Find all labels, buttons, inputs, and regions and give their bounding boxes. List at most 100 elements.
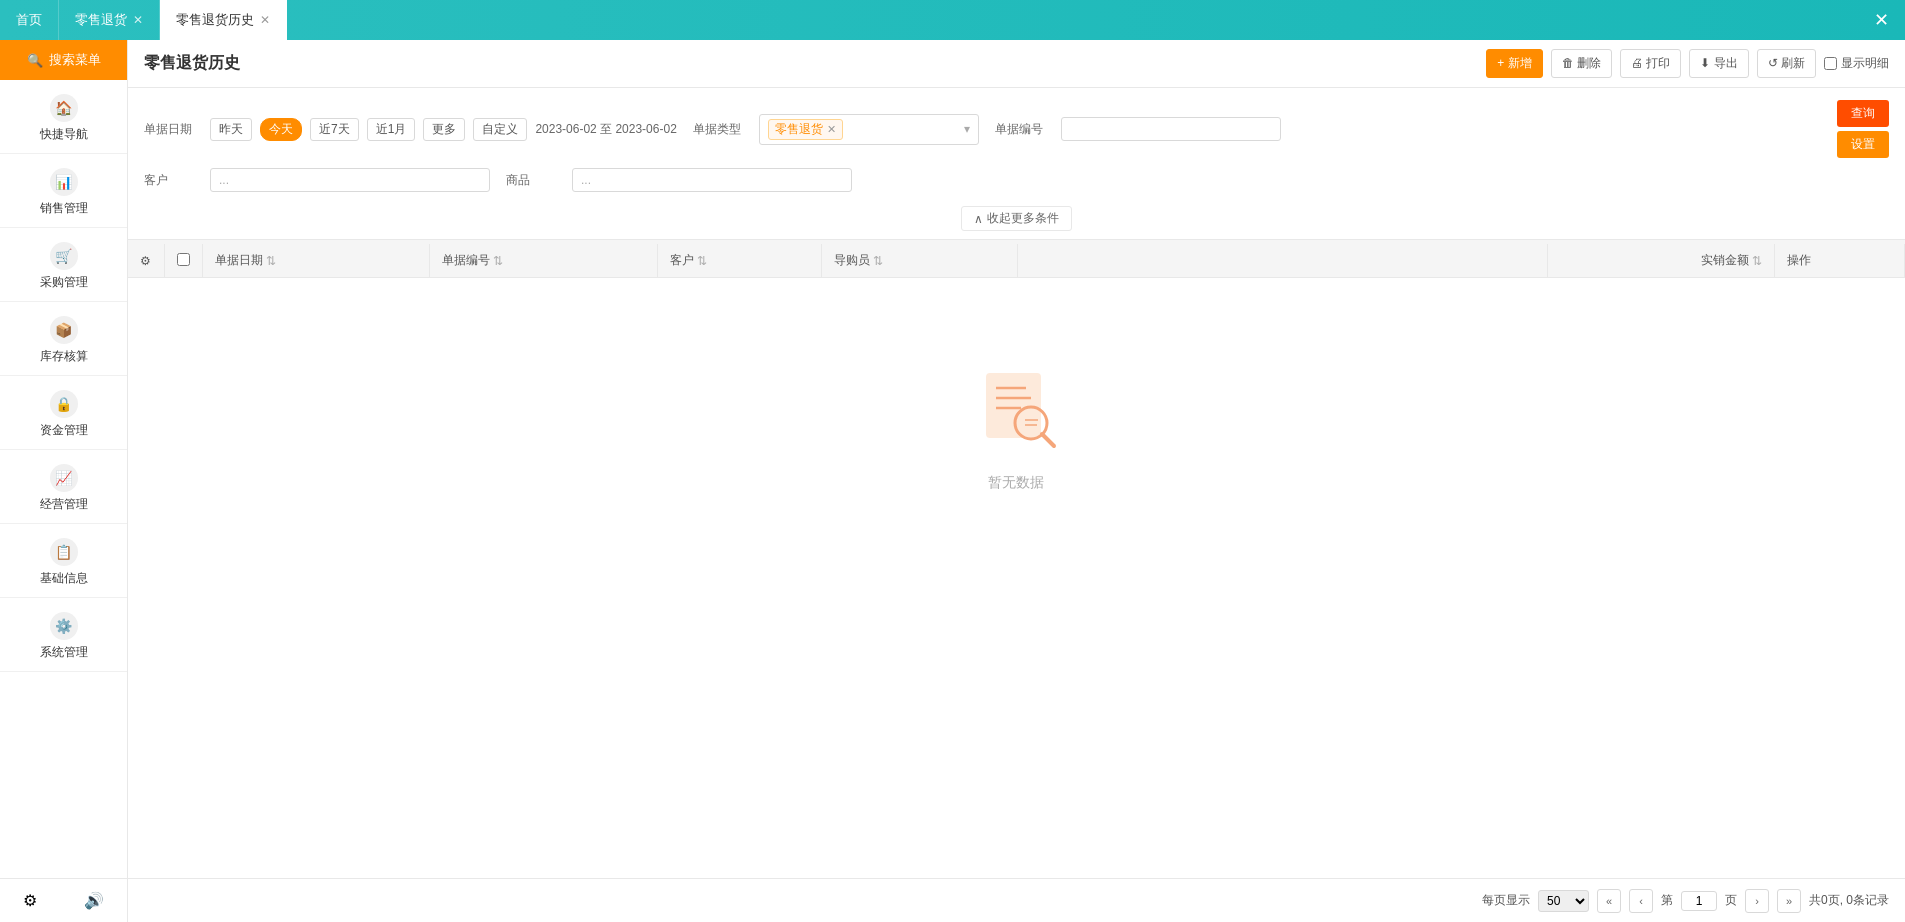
- sidebar-item-base-info[interactable]: 📋 基础信息: [0, 524, 127, 598]
- collapse-row: ∧ 收起更多条件: [144, 202, 1889, 239]
- select-all-checkbox[interactable]: [177, 253, 190, 266]
- collapse-label: 收起更多条件: [987, 210, 1059, 227]
- new-button[interactable]: + 新增: [1486, 49, 1542, 78]
- filter-area: 单据日期 昨天 今天 近7天 近1月 更多 自定义 2023-06-02 至 2…: [128, 88, 1905, 240]
- empty-state: 暂无数据: [128, 278, 1905, 532]
- th-checkbox: [164, 244, 202, 278]
- th-actual-amount[interactable]: 实销金额 ⇅: [1547, 244, 1775, 278]
- tab-retail-return-label: 零售退货: [75, 11, 127, 29]
- print-button[interactable]: 🖨 打印: [1620, 49, 1681, 78]
- th-spacer: [1017, 244, 1547, 278]
- th-customer-label: 客户: [670, 252, 694, 269]
- sidebar-item-system-mgmt-label: 系统管理: [40, 644, 88, 661]
- filter-row-2: 客户 ... 商品 ...: [144, 168, 1889, 192]
- sidebar-search-label: 搜索菜单: [49, 51, 101, 69]
- purchase-mgmt-icon: 🛒: [50, 242, 78, 270]
- date-btn-1month[interactable]: 近1月: [367, 118, 416, 141]
- th-doc-no[interactable]: 单据编号 ⇅: [430, 244, 658, 278]
- main-content: 零售退货历史 + 新增 🗑 删除 🖨 打印 ⬇ 导出 ↺ 刷新 显示明细 单据日…: [128, 40, 1905, 922]
- goods-input[interactable]: ...: [572, 168, 852, 192]
- date-btn-yesterday[interactable]: 昨天: [210, 118, 252, 141]
- page-label-suffix: 页: [1725, 892, 1737, 909]
- th-customer[interactable]: 客户 ⇅: [657, 244, 821, 278]
- delete-button[interactable]: 🗑 删除: [1551, 49, 1612, 78]
- empty-illustration: [966, 358, 1066, 458]
- sidebar-item-finance-label: 资金管理: [40, 422, 88, 439]
- show-detail-checkbox[interactable]: [1824, 57, 1837, 70]
- th-doc-date[interactable]: 单据日期 ⇅: [202, 244, 430, 278]
- operations-icon: 📈: [50, 464, 78, 492]
- doc-type-tag: 零售退货 ✕: [768, 119, 843, 140]
- page-size-select[interactable]: 50 10 20 100: [1538, 890, 1589, 912]
- filter-row-1: 单据日期 昨天 今天 近7天 近1月 更多 自定义 2023-06-02 至 2…: [144, 100, 1889, 158]
- export-button[interactable]: ⬇ 导出: [1689, 49, 1748, 78]
- sidebar-item-operations-label: 经营管理: [40, 496, 88, 513]
- system-mgmt-icon: ⚙️: [50, 612, 78, 640]
- tab-home-label: 首页: [16, 11, 42, 29]
- sidebar-item-operations[interactable]: 📈 经营管理: [0, 450, 127, 524]
- current-page-input[interactable]: [1681, 891, 1717, 911]
- th-actual-amount-label: 实销金额: [1701, 252, 1749, 269]
- th-guide-label: 导购员: [834, 252, 870, 269]
- goods-label: 商品: [506, 172, 556, 189]
- collapse-button[interactable]: ∧ 收起更多条件: [961, 206, 1072, 231]
- volume-icon[interactable]: 🔊: [84, 891, 104, 910]
- date-btn-custom[interactable]: 自定义: [473, 118, 527, 141]
- th-settings[interactable]: ⚙: [128, 244, 164, 278]
- th-guide-sort-icon: ⇅: [873, 254, 883, 268]
- query-button[interactable]: 查询: [1837, 100, 1889, 127]
- filter-settings-button[interactable]: 设置: [1837, 131, 1889, 158]
- doc-no-input[interactable]: [1061, 117, 1281, 141]
- show-detail-label: 显示明细: [1841, 55, 1889, 72]
- sidebar-search-button[interactable]: 🔍 搜索菜单: [0, 40, 127, 80]
- first-page-button[interactable]: «: [1597, 889, 1621, 913]
- per-page-label: 每页显示: [1482, 892, 1530, 909]
- sidebar-item-sales-mgmt[interactable]: 📊 销售管理: [0, 154, 127, 228]
- sidebar-item-purchase-mgmt[interactable]: 🛒 采购管理: [0, 228, 127, 302]
- sidebar: 🔍 搜索菜单 🏠 快捷导航 📊 销售管理 🛒 采购管理 📦 库存核算 🔒: [0, 40, 128, 922]
- sidebar-item-finance[interactable]: 🔒 资金管理: [0, 376, 127, 450]
- th-doc-date-label: 单据日期: [215, 252, 263, 269]
- doc-type-tag-label: 零售退货: [775, 121, 823, 138]
- tab-retail-return[interactable]: 零售退货 ✕: [59, 0, 160, 40]
- last-page-button[interactable]: »: [1777, 889, 1801, 913]
- tab-retail-return-history-label: 零售退货历史: [176, 11, 254, 29]
- tab-list: 首页 零售退货 ✕ 零售退货历史 ✕: [0, 0, 1858, 40]
- customer-input[interactable]: ...: [210, 168, 490, 192]
- tab-retail-return-history[interactable]: 零售退货历史 ✕: [160, 0, 287, 40]
- refresh-button[interactable]: ↺ 刷新: [1757, 49, 1816, 78]
- sidebar-item-quick-nav[interactable]: 🏠 快捷导航: [0, 80, 127, 154]
- doc-type-select[interactable]: 零售退货 ✕ ▾: [759, 114, 979, 145]
- th-guide[interactable]: 导购员 ⇅: [822, 244, 1018, 278]
- prev-page-button[interactable]: ‹: [1629, 889, 1653, 913]
- customer-label: 客户: [144, 172, 194, 189]
- sidebar-item-inventory[interactable]: 📦 库存核算: [0, 302, 127, 376]
- date-label: 单据日期: [144, 121, 194, 138]
- tab-retail-return-history-close[interactable]: ✕: [260, 13, 270, 27]
- pagination: 每页显示 50 10 20 100 « ‹ 第 页 › » 共0页, 0条记录: [128, 878, 1905, 922]
- table-header-row: ⚙ 单据日期 ⇅ 单据编号: [128, 244, 1905, 278]
- inventory-icon: 📦: [50, 316, 78, 344]
- main-layout: 🔍 搜索菜单 🏠 快捷导航 📊 销售管理 🛒 采购管理 📦 库存核算 🔒: [0, 40, 1905, 922]
- next-page-button[interactable]: ›: [1745, 889, 1769, 913]
- sidebar-item-system-mgmt[interactable]: ⚙️ 系统管理: [0, 598, 127, 672]
- page-header: 零售退货历史 + 新增 🗑 删除 🖨 打印 ⬇ 导出 ↺ 刷新 显示明细: [128, 40, 1905, 88]
- sidebar-item-quick-nav-label: 快捷导航: [40, 126, 88, 143]
- window-close-button[interactable]: ✕: [1858, 9, 1905, 31]
- doc-type-tag-close[interactable]: ✕: [827, 123, 836, 136]
- tab-home[interactable]: 首页: [0, 0, 59, 40]
- sales-mgmt-icon: 📊: [50, 168, 78, 196]
- date-filter: 昨天 今天 近7天 近1月 更多 自定义 2023-06-02 至 2023-0…: [210, 118, 677, 141]
- date-btn-7days[interactable]: 近7天: [310, 118, 359, 141]
- svg-rect-0: [986, 373, 1041, 438]
- tab-retail-return-close[interactable]: ✕: [133, 13, 143, 27]
- data-table: ⚙ 单据日期 ⇅ 单据编号: [128, 244, 1905, 532]
- date-btn-today[interactable]: 今天: [260, 118, 302, 141]
- th-doc-date-sort-icon: ⇅: [266, 254, 276, 268]
- page-title: 零售退货历史: [144, 53, 240, 74]
- column-settings-icon[interactable]: ⚙: [140, 254, 151, 268]
- settings-icon[interactable]: ⚙: [23, 891, 37, 910]
- th-customer-sort-icon: ⇅: [697, 254, 707, 268]
- svg-line-5: [1042, 434, 1054, 446]
- date-btn-more[interactable]: 更多: [423, 118, 465, 141]
